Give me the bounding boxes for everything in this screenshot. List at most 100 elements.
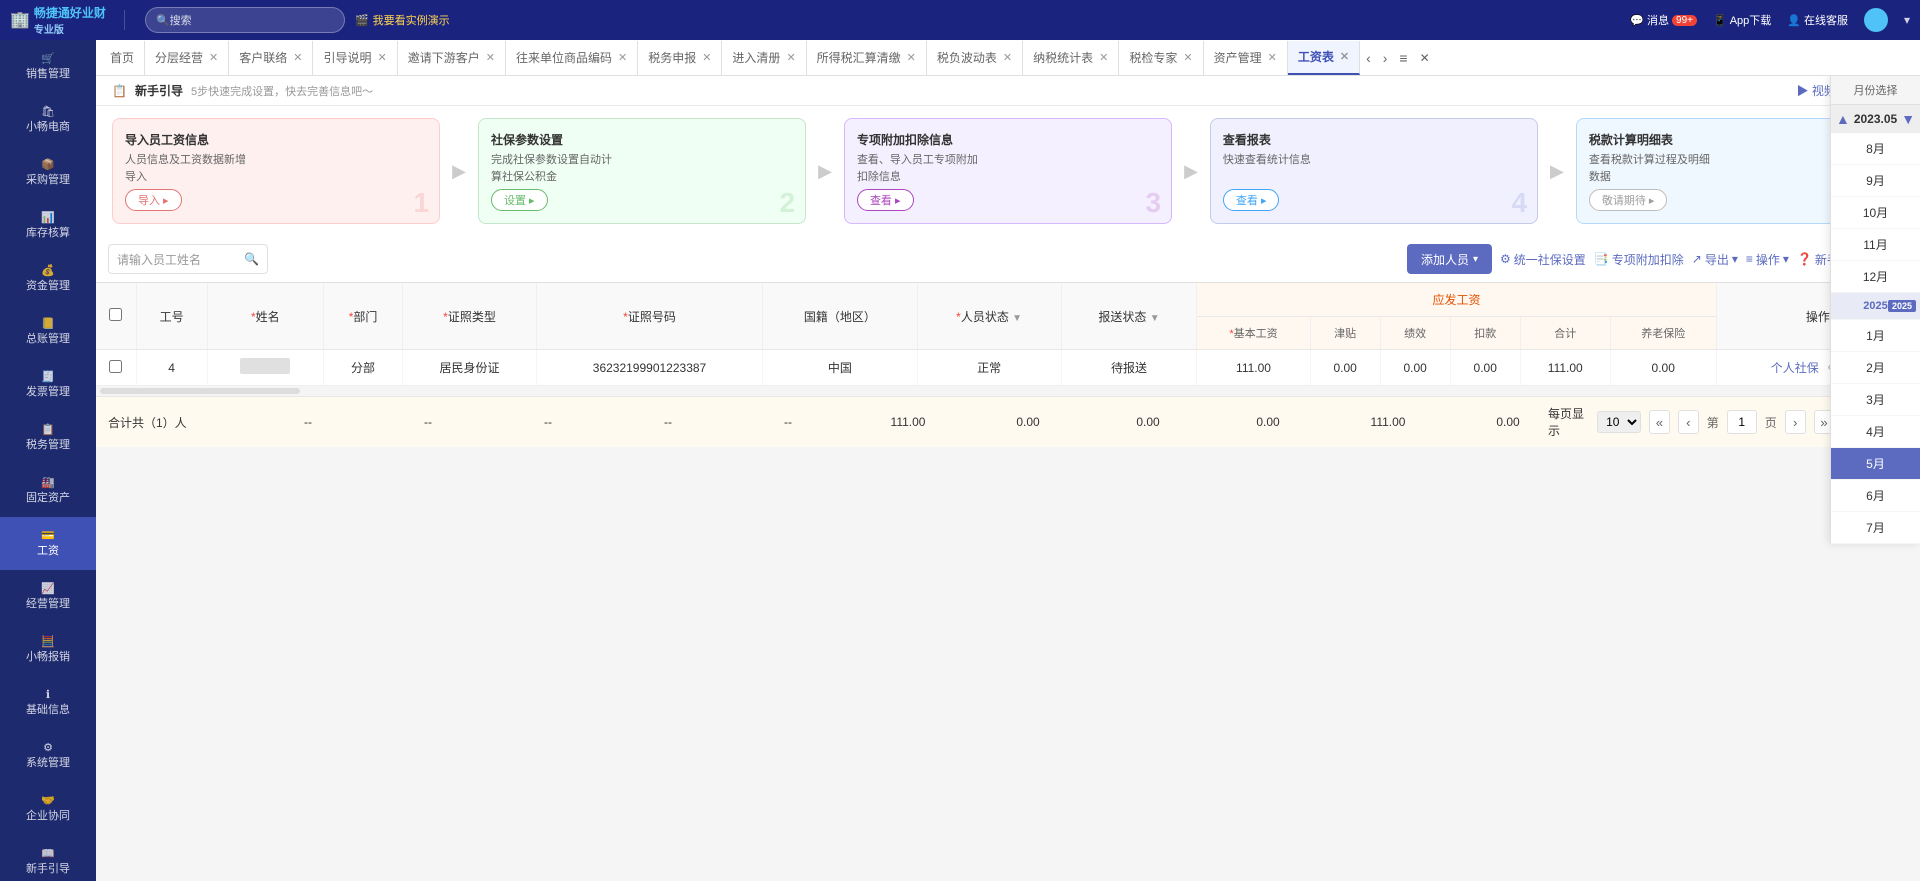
top-search[interactable]: 🔍 搜索 xyxy=(145,7,345,33)
top-bar: 🏢 畅捷通好业财 专业版 🔍 搜索 🎬 我要看实例演示 💬 消息 99+ 📱 A… xyxy=(0,0,1920,40)
user-menu-icon[interactable]: ▾ xyxy=(1904,13,1910,27)
footer-dash-5: -- xyxy=(748,415,828,429)
tab-product-code[interactable]: 往来单位商品编码 ✕ xyxy=(506,41,638,75)
tab-home[interactable]: 首页 xyxy=(100,41,145,75)
sidebar-item-basic[interactable]: ℹ 基础信息 xyxy=(0,676,96,729)
tab-guide[interactable]: 引导说明 ✕ xyxy=(313,41,397,75)
row-name xyxy=(207,350,323,386)
page-size-select[interactable]: 10 20 50 xyxy=(1597,411,1641,433)
tab-stratified[interactable]: 分层经营 ✕ xyxy=(145,41,229,75)
month-item-9[interactable]: 9月 xyxy=(1831,165,1920,197)
demo-link[interactable]: 🎬 我要看实例演示 xyxy=(355,12,450,28)
step-1-btn[interactable]: 导入 ▸ xyxy=(125,189,182,211)
month-item-1[interactable]: 1月 xyxy=(1831,320,1920,352)
user-avatar[interactable] xyxy=(1864,8,1888,32)
month-item-10[interactable]: 10月 xyxy=(1831,197,1920,229)
month-item-12[interactable]: 12月 xyxy=(1831,261,1920,293)
report-status-filter-icon[interactable]: ▼ xyxy=(1150,313,1160,324)
tab-tax-expert[interactable]: 税检专家 ✕ xyxy=(1119,41,1203,75)
month-item-8[interactable]: 8月 xyxy=(1831,133,1920,165)
sidebar-item-ledger[interactable]: 📒 总账管理 xyxy=(0,305,96,358)
step-3-btn[interactable]: 查看 ▸ xyxy=(857,189,914,211)
online-service-btn[interactable]: 👤 在线客服 xyxy=(1787,12,1848,28)
tab-more[interactable]: ≡ xyxy=(1393,50,1413,66)
sidebar-item-enterprise[interactable]: 🤝 企业协同 xyxy=(0,782,96,835)
tab-asset-mgmt[interactable]: 资产管理 ✕ xyxy=(1204,41,1288,75)
sidebar-item-sales[interactable]: 🛒 销售管理 xyxy=(0,40,96,93)
step-2-btn[interactable]: 设置 ▸ xyxy=(491,189,548,211)
tab-tax-calc[interactable]: 所得税汇算清缴 ✕ xyxy=(807,41,927,75)
sidebar-item-salary[interactable]: 💳 工资 xyxy=(0,517,96,570)
close-customer[interactable]: ✕ xyxy=(293,51,302,64)
month-panel-title: 月份选择 xyxy=(1831,76,1920,105)
sidebar-item-purchase[interactable]: 📦 采购管理 xyxy=(0,146,96,199)
close-tax-expert[interactable]: ✕ xyxy=(1183,51,1192,64)
close-product-code[interactable]: ✕ xyxy=(618,51,627,64)
tab-payroll[interactable]: 工资表 ✕ xyxy=(1288,41,1360,75)
month-item-4[interactable]: 4月 xyxy=(1831,416,1920,448)
close-tax-relief[interactable]: ✕ xyxy=(1003,51,1012,64)
row-basic-salary: 111.00 xyxy=(1197,350,1310,386)
sidebar-item-inventory[interactable]: 📊 库存核算 xyxy=(0,199,96,252)
tab-clearance[interactable]: 进入清册 ✕ xyxy=(722,41,806,75)
close-stratified[interactable]: ✕ xyxy=(209,51,218,64)
step-4-btn[interactable]: 查看 ▸ xyxy=(1223,189,1280,211)
status-filter-icon[interactable]: ▼ xyxy=(1012,313,1022,324)
tab-tax-report[interactable]: 税务申报 ✕ xyxy=(638,41,722,75)
step-arrow-2: ▶ xyxy=(818,118,832,224)
page-number-input[interactable] xyxy=(1727,410,1757,434)
month-item-3[interactable]: 3月 xyxy=(1831,384,1920,416)
step-4-desc: 快速查看统计信息 xyxy=(1223,152,1525,169)
month-item-6[interactable]: 6月 xyxy=(1831,480,1920,512)
message-btn[interactable]: 💬 消息 99+ xyxy=(1630,12,1697,28)
month-item-11[interactable]: 11月 xyxy=(1831,229,1920,261)
month-prev-btn[interactable]: ▲ xyxy=(1836,111,1850,127)
special-deduction-btn[interactable]: 📑 专项附加扣除 xyxy=(1594,251,1684,268)
close-invite[interactable]: ✕ xyxy=(486,51,495,64)
row-checkbox[interactable] xyxy=(109,360,122,373)
sidebar-item-system[interactable]: ⚙ 系统管理 xyxy=(0,729,96,782)
tab-close-all[interactable]: ✕ xyxy=(1414,51,1436,65)
sidebar-item-invoice[interactable]: 🧾 发票管理 xyxy=(0,358,96,411)
first-page-btn[interactable]: « xyxy=(1649,410,1670,434)
sidebar-item-capital[interactable]: 💰 资金管理 xyxy=(0,252,96,305)
close-tax-calc[interactable]: ✕ xyxy=(907,51,916,64)
tab-tax-stat[interactable]: 纳税统计表 ✕ xyxy=(1023,41,1119,75)
step-1: 导入员工资信息 人员信息及工资数据新增导入 导入 ▸ 1 xyxy=(112,118,440,224)
prev-page-btn[interactable]: ‹ xyxy=(1678,410,1699,434)
close-guide[interactable]: ✕ xyxy=(378,51,387,64)
tab-tax-relief[interactable]: 税负波动表 ✕ xyxy=(927,41,1023,75)
close-tax-report[interactable]: ✕ xyxy=(702,51,711,64)
step-5-btn[interactable]: 敬请期待 ▸ xyxy=(1589,189,1668,211)
month-item-2[interactable]: 2月 xyxy=(1831,352,1920,384)
close-tax-stat[interactable]: ✕ xyxy=(1099,51,1108,64)
tab-prev[interactable]: ‹ xyxy=(1360,50,1377,66)
col-performance: 绩效 xyxy=(1380,317,1450,350)
tab-invite[interactable]: 邀请下游客户 ✕ xyxy=(398,41,506,75)
search-staff-input[interactable]: 请输入员工姓名 🔍 xyxy=(108,244,268,274)
next-page-btn[interactable]: › xyxy=(1785,410,1806,434)
sidebar-item-tax[interactable]: 📋 税务管理 xyxy=(0,411,96,464)
row-personal-social-btn[interactable]: 个人社保 xyxy=(1771,361,1819,375)
sidebar-item-ecommerce[interactable]: 🛍 小畅电商 xyxy=(0,93,96,146)
scroll-thumb[interactable] xyxy=(100,388,300,394)
month-item-5[interactable]: 5月 xyxy=(1831,448,1920,480)
export-btn[interactable]: ↗ 导出 ▾ xyxy=(1692,251,1738,268)
tab-next[interactable]: › xyxy=(1377,50,1394,66)
month-item-7[interactable]: 7月 xyxy=(1831,512,1920,544)
add-staff-btn[interactable]: 添加人员 ▾ xyxy=(1407,244,1492,274)
footer-dash-1: -- xyxy=(268,415,348,429)
sidebar-item-guide[interactable]: 📖 新手引导 xyxy=(0,835,96,881)
sidebar-item-operation[interactable]: 📈 经营管理 xyxy=(0,570,96,623)
close-clearance[interactable]: ✕ xyxy=(786,51,795,64)
app-download-btn[interactable]: 📱 App下载 xyxy=(1713,12,1771,28)
select-all-checkbox[interactable] xyxy=(109,308,122,321)
unified-settings-btn[interactable]: ⚙ 统一社保设置 xyxy=(1500,251,1586,268)
sidebar-item-assets[interactable]: 🏭 固定资产 xyxy=(0,464,96,517)
tab-customer[interactable]: 客户联络 ✕ xyxy=(229,41,313,75)
month-next-btn[interactable]: ▼ xyxy=(1901,111,1915,127)
sidebar-item-report[interactable]: 🧮 小畅报销 xyxy=(0,623,96,676)
close-asset-mgmt[interactable]: ✕ xyxy=(1268,51,1277,64)
actions-btn[interactable]: ≡ 操作 ▾ xyxy=(1746,251,1789,268)
close-payroll[interactable]: ✕ xyxy=(1340,50,1349,63)
